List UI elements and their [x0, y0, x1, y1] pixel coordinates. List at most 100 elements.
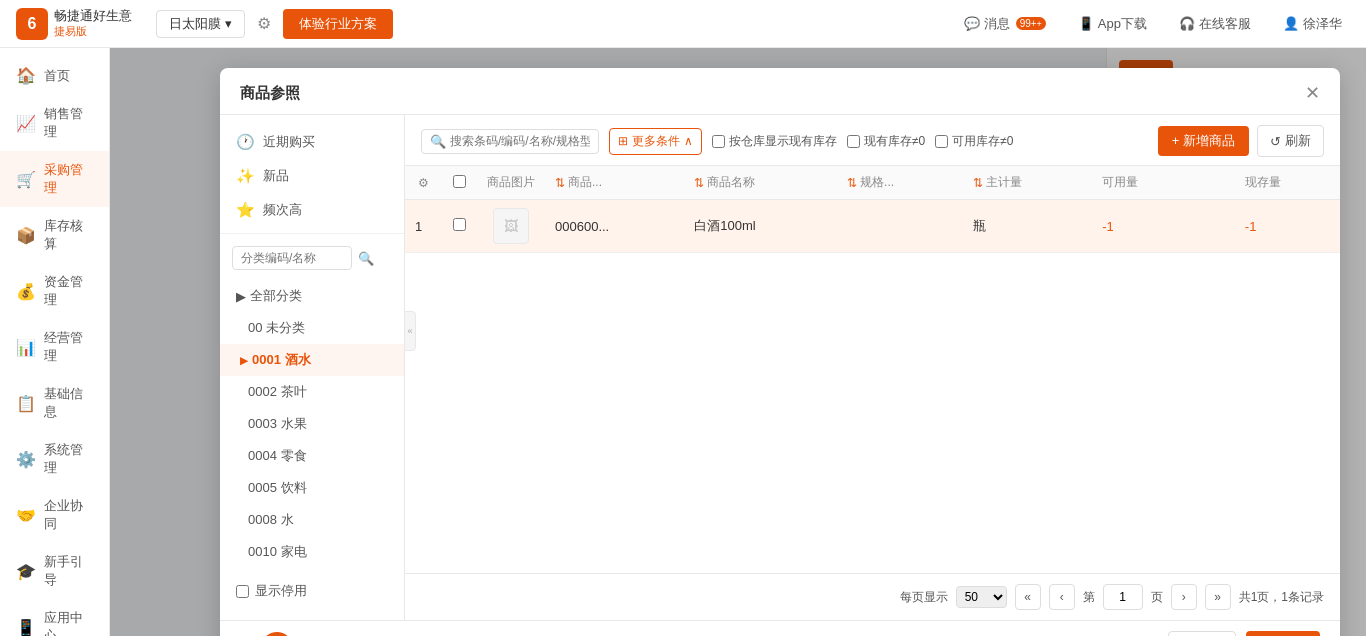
sidebar-item-system[interactable]: ⚙️ 系统管理: [0, 431, 109, 487]
user-icon: 👤: [1283, 16, 1299, 31]
image-icon: 🖼: [504, 218, 518, 234]
cell-name: 白酒100ml: [684, 200, 837, 253]
online-service-button[interactable]: 🎧 在线客服: [1171, 15, 1259, 33]
th-code[interactable]: ⇅ 商品...: [545, 166, 684, 200]
recent-buy-icon: 🕐: [236, 133, 255, 151]
purchase-icon: 🛒: [16, 170, 36, 189]
row-checkbox[interactable]: [453, 218, 466, 231]
th-current: 现存量: [1235, 166, 1340, 200]
store-dropdown[interactable]: 日太阳膜 ▾: [156, 10, 245, 38]
category-item-0001[interactable]: ▶ 0001 酒水: [220, 344, 404, 376]
chevron-up-icon: ∧: [684, 134, 693, 148]
user-menu[interactable]: 👤 徐泽华: [1275, 15, 1350, 33]
app-download-button[interactable]: 📱 App下载: [1070, 15, 1155, 33]
cart-button[interactable]: 🛒: [261, 632, 293, 636]
cell-code: 000600...: [545, 200, 684, 253]
th-settings[interactable]: ⚙: [405, 166, 441, 200]
category-search: 🔍: [220, 240, 404, 276]
warehouse-stock-checkbox[interactable]: [712, 135, 725, 148]
cancel-button[interactable]: 取消: [1168, 631, 1236, 636]
category-search-input[interactable]: [232, 246, 352, 270]
sidebar-label-operations: 经营管理: [44, 329, 93, 365]
main-layout: 🏠 首页 📈 销售管理 🛒 采购管理 📦 库存核算 💰 资金管理 📊 经营管理 …: [0, 48, 1366, 636]
sidebar-item-basic-info[interactable]: 📋 基础信息: [0, 375, 109, 431]
sidebar-label-sales: 销售管理: [44, 105, 93, 141]
sidebar: 🏠 首页 📈 销售管理 🛒 采购管理 📦 库存核算 💰 资金管理 📊 经营管理 …: [0, 48, 110, 636]
select-all-checkbox[interactable]: [453, 175, 466, 188]
category-item-0002[interactable]: 0002 茶叶: [220, 376, 404, 408]
first-page-button[interactable]: «: [1015, 584, 1041, 610]
confirm-button[interactable]: 确定: [1246, 631, 1320, 636]
product-search-input[interactable]: [450, 134, 590, 148]
add-product-button[interactable]: + 新增商品: [1158, 126, 1249, 156]
category-all[interactable]: ▶ 全部分类: [220, 280, 404, 312]
per-page-select[interactable]: 50 100 200: [956, 586, 1007, 608]
sidebar-item-guide[interactable]: 🎓 新手引导: [0, 543, 109, 599]
last-page-button[interactable]: »: [1205, 584, 1231, 610]
cell-check[interactable]: [441, 200, 477, 253]
cell-img: 🖼: [477, 200, 545, 253]
pagination: 每页显示 50 100 200 « ‹ 第 页 › » 共1页，1条记: [405, 573, 1340, 620]
nonzero-stock-check[interactable]: 现有库存≠0: [847, 133, 925, 150]
th-spec[interactable]: ⇅ 规格...: [837, 166, 963, 200]
page-number-input[interactable]: [1103, 584, 1143, 610]
inventory-icon: 📦: [16, 226, 36, 245]
product-table: ⚙ 商品图片 ⇅ 商品...: [405, 166, 1340, 253]
refresh-circle-icon: ↺: [1270, 134, 1281, 149]
category-item-0008[interactable]: 0008 水: [220, 504, 404, 536]
product-table-wrap: ⚙ 商品图片 ⇅ 商品...: [405, 166, 1340, 573]
nonzero-stock-checkbox[interactable]: [847, 135, 860, 148]
available-nonzero-checkbox[interactable]: [935, 135, 948, 148]
category-item-0003[interactable]: 0003 水果: [220, 408, 404, 440]
th-name[interactable]: ⇅ 商品名称: [684, 166, 837, 200]
sidebar-item-purchase[interactable]: 🛒 采购管理: [0, 151, 109, 207]
table-row[interactable]: 1 🖼 000600... 白酒100ml: [405, 200, 1340, 253]
sidebar-item-finance[interactable]: 💰 资金管理: [0, 263, 109, 319]
th-image: 商品图片: [477, 166, 545, 200]
show-disabled-footer: 显示停用: [220, 572, 404, 610]
available-nonzero-check[interactable]: 可用库存≠0: [935, 133, 1013, 150]
trial-button[interactable]: 体验行业方案: [283, 9, 393, 39]
modal-title: 商品参照: [240, 84, 300, 103]
show-disabled-checkbox[interactable]: [236, 585, 249, 598]
warehouse-stock-check[interactable]: 按仓库显示现有库存: [712, 133, 837, 150]
sort-icon-name: ⇅: [694, 176, 704, 190]
sidebar-item-inventory[interactable]: 📦 库存核算: [0, 207, 109, 263]
collapse-panel-button[interactable]: «: [404, 311, 416, 351]
search-box-icon: 🔍: [430, 134, 446, 149]
category-item-00[interactable]: 00 未分类: [220, 312, 404, 344]
sidebar-item-app-center[interactable]: 📱 应用中心: [0, 599, 109, 636]
sidebar-item-sales[interactable]: 📈 销售管理: [0, 95, 109, 151]
gear-icon[interactable]: ⚙: [257, 14, 271, 33]
category-item-0005[interactable]: 0005 饮料: [220, 472, 404, 504]
th-stock: [1197, 166, 1235, 200]
frequent-item[interactable]: ⭐ 频次高: [220, 193, 404, 227]
recent-buy-item[interactable]: 🕐 近期购买: [220, 125, 404, 159]
more-filter-button[interactable]: ⊞ 更多条件 ∧: [609, 128, 702, 155]
table-refresh-button[interactable]: ↺ 刷新: [1257, 125, 1324, 157]
sort-icon: ⇅: [555, 176, 565, 190]
sidebar-label-purchase: 采购管理: [44, 161, 93, 197]
category-item-0004[interactable]: 0004 零食: [220, 440, 404, 472]
th-check[interactable]: [441, 166, 477, 200]
th-unit[interactable]: ⇅ 主计量: [963, 166, 1092, 200]
sidebar-item-home[interactable]: 🏠 首页: [0, 56, 109, 95]
th-available: 可用量: [1092, 166, 1197, 200]
prev-page-button[interactable]: ‹: [1049, 584, 1075, 610]
category-item-0010[interactable]: 0010 家电: [220, 536, 404, 568]
show-disabled-label[interactable]: 显示停用: [255, 582, 307, 600]
product-reference-modal: 商品参照 ✕ 🕐 近期购买 ✨ 新品 ⭐ 频次: [220, 68, 1340, 636]
guide-icon: 🎓: [16, 562, 36, 581]
message-icon: 💬: [964, 16, 980, 31]
sidebar-item-enterprise[interactable]: 🤝 企业协同: [0, 487, 109, 543]
next-page-button[interactable]: ›: [1171, 584, 1197, 610]
modal-footer: ? 🛒 连续选择的商品 0 ∧ 取消 确定: [220, 620, 1340, 636]
system-icon: ⚙️: [16, 450, 36, 469]
messages-button[interactable]: 💬 消息 99++: [956, 15, 1054, 33]
sidebar-item-operations[interactable]: 📊 经营管理: [0, 319, 109, 375]
new-items-item[interactable]: ✨ 新品: [220, 159, 404, 193]
sidebar-label-enterprise: 企业协同: [44, 497, 93, 533]
cell-available: -1: [1092, 200, 1197, 253]
modal-close-button[interactable]: ✕: [1305, 82, 1320, 104]
search-icon[interactable]: 🔍: [358, 251, 374, 266]
